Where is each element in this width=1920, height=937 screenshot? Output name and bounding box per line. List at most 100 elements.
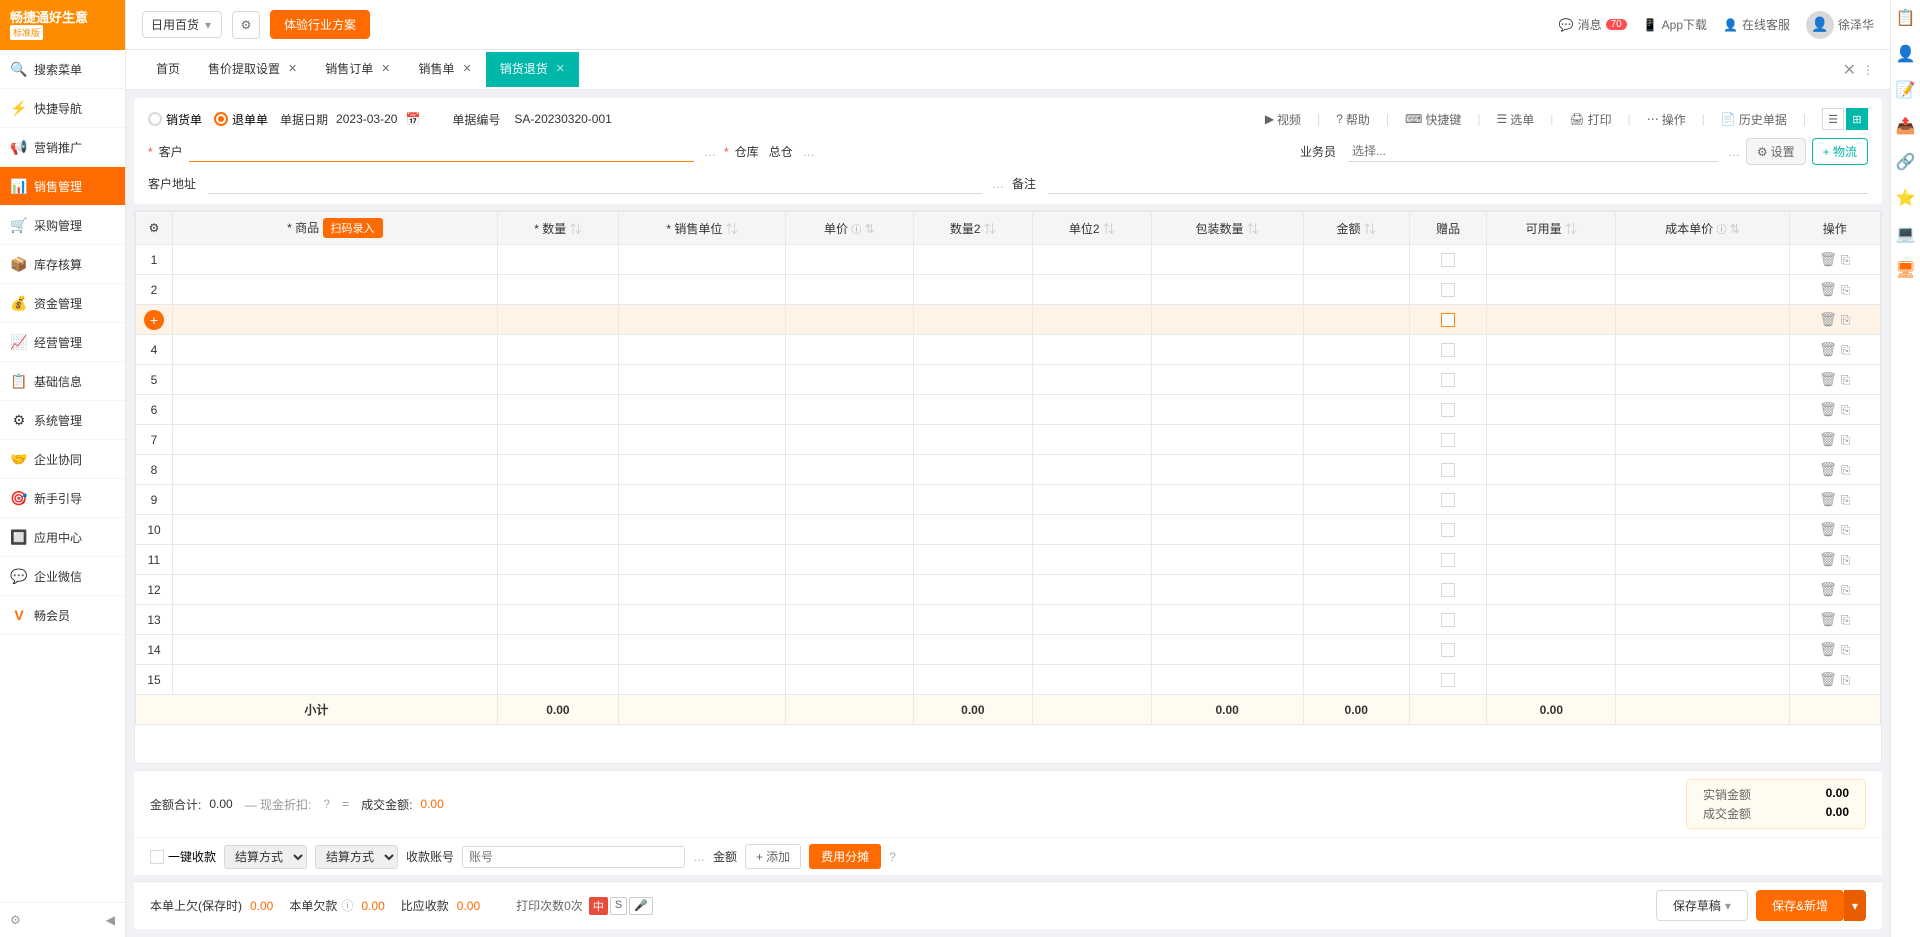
experience-btn[interactable]: 体验行业方案 <box>270 10 370 39</box>
address-select-icon[interactable]: … <box>992 177 1004 191</box>
delete-icon[interactable]: 🗑 <box>1819 611 1837 627</box>
tab-sales-slip[interactable]: 销售单 ✕ <box>404 52 485 87</box>
gift-checkbox[interactable] <box>1441 673 1455 687</box>
industry-select[interactable]: 日用百货 ▾ <box>142 11 222 38</box>
gift-checkbox[interactable] <box>1441 493 1455 507</box>
amount-cell[interactable] <box>1303 245 1409 275</box>
customer-select-icon[interactable]: … <box>704 145 716 159</box>
one-key-payment-checkbox[interactable]: 一键收款 <box>150 848 216 865</box>
sidebar-item-basic-info[interactable]: 📋 基础信息 <box>0 362 125 401</box>
fee-help-icon[interactable]: ? <box>889 850 896 864</box>
amount-cell[interactable] <box>1303 305 1409 335</box>
gift-cell[interactable] <box>1409 275 1486 305</box>
staff-select-icon[interactable]: … <box>1728 145 1740 159</box>
radio-return[interactable]: 退单单 <box>214 111 268 128</box>
gift-cell[interactable] <box>1409 305 1486 335</box>
sidebar-item-member[interactable]: V 畅会员 <box>0 596 125 635</box>
save-new-chevron-btn[interactable]: ▾ <box>1844 890 1866 921</box>
right-panel-icon-7[interactable]: 💻 <box>1896 224 1916 244</box>
gift-checkbox[interactable] <box>1441 583 1455 597</box>
delete-icon[interactable]: 🗑 <box>1819 641 1837 657</box>
save-new-btn[interactable]: 保存&新增 <box>1756 890 1844 921</box>
delete-icon[interactable]: 🗑 <box>1819 341 1837 357</box>
pack-qty-cell[interactable] <box>1151 245 1303 275</box>
gift-checkbox[interactable] <box>1441 253 1455 267</box>
scan-btn[interactable]: 扫码录入 <box>323 218 383 238</box>
cost-price-cell[interactable] <box>1616 245 1789 275</box>
product-input[interactable] <box>181 313 489 327</box>
delete-icon[interactable]: 🗑 <box>1819 281 1837 297</box>
unit-price-cell[interactable] <box>785 245 913 275</box>
radio-sales[interactable]: 销货单 <box>148 111 202 128</box>
delete-icon[interactable]: 🗑 <box>1819 581 1837 597</box>
sidebar-item-inventory[interactable]: 📦 库存核算 <box>0 245 125 284</box>
copy-icon[interactable]: ⎘ <box>1841 253 1851 267</box>
available-cell[interactable] <box>1487 305 1616 335</box>
right-panel-icon-1[interactable]: 📋 <box>1896 8 1916 28</box>
tab-sales-slip-close[interactable]: ✕ <box>463 62 472 75</box>
help-btn[interactable]: ? 帮助 <box>1336 111 1370 128</box>
copy-icon[interactable]: ⎘ <box>1841 493 1851 507</box>
tab-price-extract-close[interactable]: ✕ <box>288 62 297 75</box>
delete-icon[interactable]: 🗑 <box>1819 491 1837 507</box>
delete-icon[interactable]: 🗑 <box>1819 251 1837 267</box>
quantity-cell[interactable] <box>497 305 618 335</box>
tab-return-close[interactable]: ✕ <box>556 62 565 75</box>
app-download-btn[interactable]: 📱 App下载 <box>1643 16 1707 33</box>
add-btn[interactable]: + 添加 <box>745 844 801 869</box>
sidebar-item-system[interactable]: ⚙ 系统管理 <box>0 401 125 440</box>
quantity-cell[interactable] <box>497 245 618 275</box>
dots-icon[interactable]: … <box>693 850 705 864</box>
quantity2-cell[interactable] <box>913 305 1032 335</box>
right-panel-icon-5[interactable]: 🔗 <box>1896 152 1916 172</box>
pack-qty-cell[interactable] <box>1151 275 1303 305</box>
delete-icon[interactable]: 🗑 <box>1819 551 1837 567</box>
remark-input[interactable] <box>1048 173 1868 194</box>
gift-checkbox[interactable] <box>1441 373 1455 387</box>
add-cell[interactable]: + <box>136 305 173 335</box>
cost-price-cell[interactable] <box>1616 275 1789 305</box>
table-view-btn[interactable]: ☰ <box>1822 108 1844 130</box>
copy-icon[interactable]: ⎘ <box>1841 583 1851 597</box>
delete-icon[interactable]: 🗑 <box>1819 401 1837 417</box>
settings-btn[interactable]: ⚙ 设置 <box>1746 138 1806 165</box>
copy-icon[interactable]: ⎘ <box>1841 463 1851 477</box>
sidebar-item-marketing[interactable]: 📢 营销推广 <box>0 128 125 167</box>
tab-return[interactable]: 销货退货 ✕ <box>486 52 579 87</box>
video-btn[interactable]: ▶ 视频 <box>1265 111 1301 128</box>
sidebar-item-guide[interactable]: 🎯 新手引导 <box>0 479 125 518</box>
sales-unit-cell[interactable] <box>619 305 786 335</box>
tab-sales-order[interactable]: 销售订单 ✕ <box>311 52 404 87</box>
delete-icon[interactable]: 🗑 <box>1819 371 1837 387</box>
pack-qty-cell[interactable] <box>1151 305 1303 335</box>
sidebar-item-search[interactable]: 🔍 搜索菜单 <box>0 50 125 89</box>
calc-method-select[interactable]: 结算方式 <box>315 845 398 869</box>
available-cell[interactable] <box>1487 275 1616 305</box>
select-btn[interactable]: ☰ 选单 <box>1496 111 1534 128</box>
shortcut-btn[interactable]: ⌨ 快捷键 <box>1405 111 1461 128</box>
history-btn[interactable]: 📄 历史单据 <box>1721 111 1787 128</box>
copy-icon[interactable]: ⎘ <box>1841 313 1851 327</box>
sidebar-item-finance[interactable]: 💰 资金管理 <box>0 284 125 323</box>
tab-menu-icon[interactable]: ⋮ <box>1862 63 1874 77</box>
quantity-cell[interactable] <box>497 275 618 305</box>
right-panel-icon-3[interactable]: 📝 <box>1896 80 1916 100</box>
delete-icon[interactable]: 🗑 <box>1819 461 1837 477</box>
sidebar-item-operations[interactable]: 📈 经营管理 <box>0 323 125 362</box>
staff-input[interactable] <box>1348 141 1718 162</box>
copy-icon[interactable]: ⎘ <box>1841 613 1851 627</box>
tab-home[interactable]: 首页 <box>142 52 194 87</box>
sales-unit-cell[interactable] <box>619 245 786 275</box>
copy-icon[interactable]: ⎘ <box>1841 343 1851 357</box>
sidebar-item-quick-nav[interactable]: ⚡ 快捷导航 <box>0 89 125 128</box>
warehouse-select-icon[interactable]: … <box>803 145 815 159</box>
gift-checkbox[interactable] <box>1441 553 1455 567</box>
right-panel-icon-2[interactable]: 👤 <box>1896 44 1916 64</box>
message-btn[interactable]: 💬 消息 70 <box>1559 16 1627 33</box>
grid-view-btn[interactable]: ⊞ <box>1846 108 1868 130</box>
customer-input[interactable] <box>189 141 694 162</box>
sidebar-item-wechat[interactable]: 💬 企业微信 <box>0 557 125 596</box>
right-panel-icon-6[interactable]: ⭐ <box>1896 188 1916 208</box>
delete-icon[interactable]: 🗑 <box>1819 431 1837 447</box>
quantity2-cell[interactable] <box>913 275 1032 305</box>
